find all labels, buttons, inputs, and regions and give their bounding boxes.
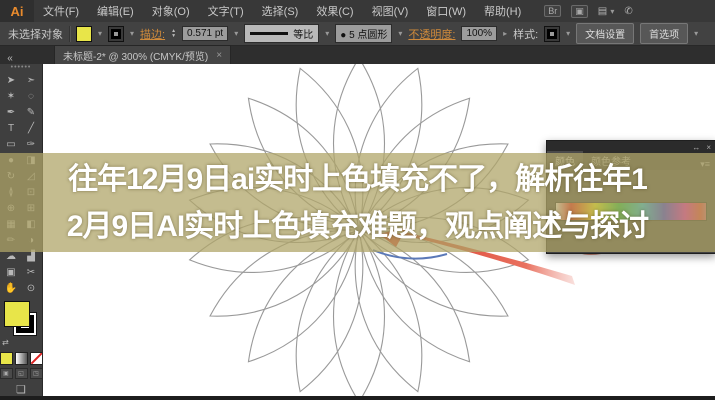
menu-effect[interactable]: 效果(C)	[307, 3, 362, 19]
menu-window[interactable]: 窗口(W)	[417, 3, 475, 19]
none-button[interactable]	[29, 352, 42, 365]
profile-label: 等比	[293, 30, 314, 41]
menu-file[interactable]: 文件(F)	[34, 3, 88, 19]
document-tab-bar: « 未标题-2* @ 300% (CMYK/预览) ×	[0, 45, 715, 64]
panel-grip[interactable]: ••••••	[11, 64, 32, 72]
stroke-width-stepper[interactable]: ▲ ▼	[171, 28, 176, 39]
brush-select[interactable]: ● 5 点圆形	[335, 24, 393, 43]
caption-overlay: 往年12月9日ai实时上色填充不了，解析往年1 2月9日AI实时上色填充难题，观…	[0, 153, 715, 252]
style-swatch[interactable]	[544, 25, 561, 42]
lasso-tool[interactable]: ◌	[21, 88, 41, 104]
preferences-button[interactable]: 首选项	[640, 23, 689, 44]
document-title: 未标题-2* @ 300% (CMYK/预览)	[63, 51, 209, 63]
cs-live-icon[interactable]: ✆	[624, 6, 632, 17]
document-tab[interactable]: 未标题-2* @ 300% (CMYK/预览) ×	[54, 45, 232, 64]
paintbrush-tool[interactable]: ✑	[21, 136, 41, 152]
menu-help[interactable]: 帮助(H)	[475, 3, 530, 19]
style-dropdown-icon[interactable]: ▾	[566, 29, 570, 38]
draw-mode-1[interactable]: ◱	[14, 368, 28, 379]
profile-dropdown-icon[interactable]: ▾	[325, 29, 329, 38]
swap-fill-stroke-icon[interactable]: ⇄	[2, 338, 9, 347]
selection-tool[interactable]: ➤	[1, 72, 21, 88]
step-down-icon[interactable]: ▼	[171, 33, 176, 39]
stroke-panel-link[interactable]: 描边:	[140, 26, 165, 42]
panel-options-icon[interactable]: ▾	[694, 29, 698, 38]
stroke-width-dropdown-icon[interactable]: ▾	[234, 29, 238, 38]
menu-type[interactable]: 文字(T)	[199, 3, 253, 19]
caption-line-1: 往年12月9日ai实时上色填充不了，解析往年1	[68, 162, 648, 196]
profile-line-icon	[250, 32, 289, 35]
brush-dropdown-icon[interactable]: ▾	[398, 29, 402, 38]
close-tab-icon[interactable]: ×	[216, 50, 222, 61]
gradient-button[interactable]	[14, 352, 28, 365]
menu-edit[interactable]: 编辑(E)	[88, 3, 143, 19]
menu-select[interactable]: 选择(S)	[253, 3, 308, 19]
menu-view[interactable]: 视图(V)	[363, 3, 418, 19]
workspace-switcher[interactable]: ▤ ▾	[598, 5, 615, 17]
pencil-tool[interactable]: ✎	[21, 104, 41, 120]
fill-indicator[interactable]	[4, 301, 30, 327]
rectangle-tool[interactable]: ▭	[1, 136, 21, 152]
separator	[69, 25, 70, 42]
pen-tool[interactable]: ✒	[1, 104, 21, 120]
brush-dot-icon: ●	[340, 30, 347, 41]
opacity-field[interactable]: 100%	[461, 26, 498, 41]
magic-wand-tool[interactable]: ✶	[1, 88, 21, 104]
drawing-mode-buttons: ▣ ◱ ◳	[0, 368, 42, 379]
style-label: 样式:	[513, 28, 539, 41]
color-mode-buttons	[0, 352, 42, 365]
opacity-arrow-icon[interactable]: ▸	[503, 29, 507, 38]
type-tool[interactable]: T	[1, 120, 21, 136]
fill-dropdown-icon[interactable]: ▾	[98, 29, 102, 38]
stroke-color-swatch[interactable]	[108, 25, 125, 42]
screen-mode-button[interactable]: ❏	[16, 383, 26, 396]
window-bottom-edge	[0, 396, 715, 400]
collapse-panels-icon[interactable]: «	[0, 53, 20, 64]
fill-color-swatch[interactable]	[76, 25, 92, 42]
control-bar: 未选择对象 ▾ ▾ 描边: ▲ ▼ 0.571 pt ▾ 等比 ▾ ● 5 点圆…	[0, 22, 715, 46]
menu-object[interactable]: 对象(O)	[143, 3, 199, 19]
slice-tool[interactable]: ✂	[21, 264, 41, 280]
stroke-dropdown-icon[interactable]: ▾	[130, 29, 134, 38]
artboard-tool[interactable]: ▣	[1, 264, 21, 280]
menu-bar: Ai 文件(F) 编辑(E) 对象(O) 文字(T) 选择(S) 效果(C) 视…	[0, 0, 715, 23]
draw-mode-0[interactable]: ▣	[0, 368, 13, 379]
chevron-down-icon: ▾	[610, 7, 615, 16]
arrange-documents-icon[interactable]: ▣	[571, 4, 588, 18]
illustrator-window: Ai 文件(F) 编辑(E) 对象(O) 文字(T) 选择(S) 效果(C) 视…	[0, 0, 715, 400]
caption-line-2: 2月9日AI实时上色填充难题，观点阐述与探讨	[66, 209, 649, 243]
brush-label: 5 点圆形	[349, 30, 388, 41]
line-segment-tool[interactable]: ╱	[21, 120, 41, 136]
panel-collapse-icon[interactable]: ↔	[692, 143, 700, 152]
zoom-tool[interactable]: ⊙	[21, 280, 41, 296]
document-setup-button[interactable]: 文档设置	[576, 23, 635, 44]
fill-stroke-indicator: ⇄	[0, 299, 42, 349]
stroke-width-field[interactable]: 0.571 pt	[182, 26, 229, 41]
bridge-icon[interactable]: Br	[544, 5, 562, 17]
selection-status: 未选择对象	[8, 28, 63, 41]
direct-selection-tool[interactable]: ➣	[21, 72, 41, 88]
app-logo: Ai	[0, 0, 34, 22]
color-button[interactable]	[0, 352, 13, 365]
draw-mode-2[interactable]: ◳	[29, 368, 42, 379]
opacity-link[interactable]: 不透明度:	[408, 26, 455, 42]
panel-close-icon[interactable]: ×	[706, 143, 711, 152]
workspace-icon: ▤	[597, 6, 608, 17]
width-profile-select[interactable]: 等比	[244, 24, 320, 43]
hand-tool[interactable]: ✋	[1, 280, 21, 296]
